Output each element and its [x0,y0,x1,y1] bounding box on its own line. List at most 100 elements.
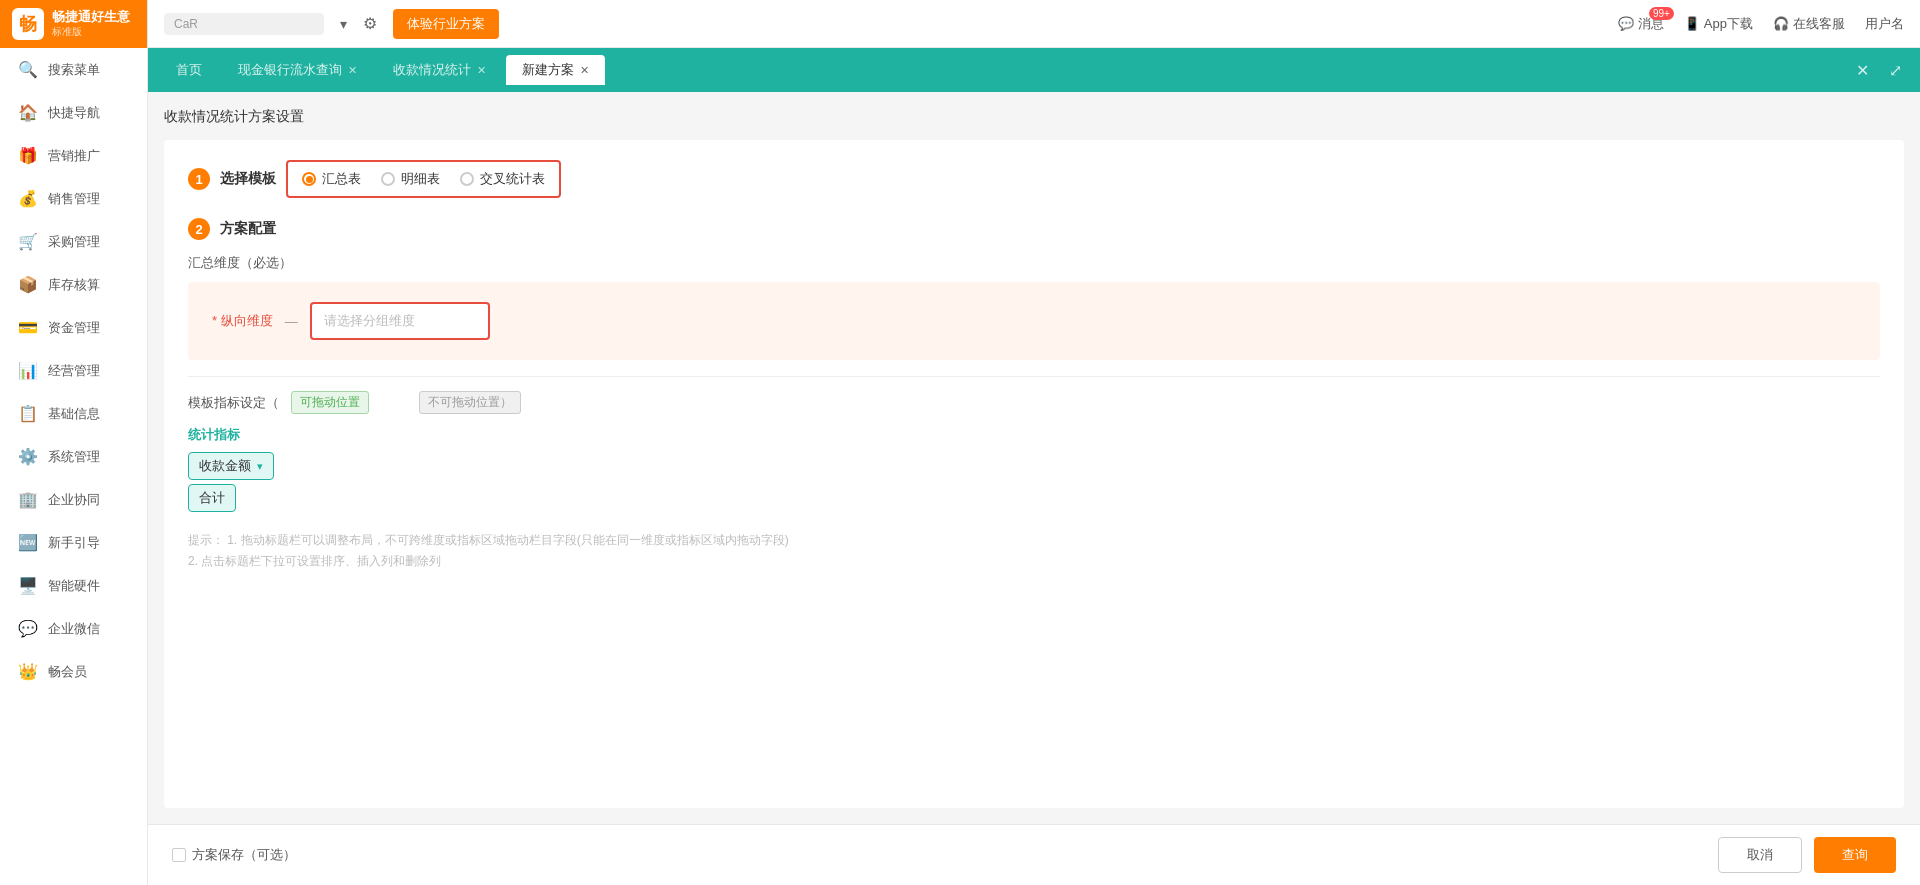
save-option[interactable]: 方案保存（可选） [172,846,296,864]
section2-title: 方案配置 [220,220,276,238]
page-title: 收款情况统计方案设置 [164,108,1904,126]
tab-label-newplan: 新建方案 [522,61,574,79]
basic-icon: 📋 [18,404,38,423]
logo: 畅 畅捷通好生意 标准版 [0,0,147,48]
trial-button[interactable]: 体验行业方案 [393,9,499,39]
tab-close-cashflow[interactable]: ✕ [348,64,357,77]
sidebar-item-hardware[interactable]: 🖥️智能硬件 [0,564,147,607]
sidebar-item-system[interactable]: ⚙️ 系统管理 [0,435,147,478]
sidebar-item-member[interactable]: 👑 畅会员 [0,650,147,693]
download-button[interactable]: 📱 App下载 [1684,15,1753,33]
sidebar-items-container: 🔍 搜索菜单 🏠快捷导航 🎁 营销推广 💰 销售管理 🛒采购管理📦库存核算💳资金管理📊经营管理… [0,48,147,693]
sidebar-item-quicknav[interactable]: 🏠快捷导航 [0,91,147,134]
sidebar-item-marketing[interactable]: 🎁 营销推广 [0,134,147,177]
breadcrumb-input[interactable] [164,13,324,35]
user-info[interactable]: 用户名 [1865,15,1904,33]
section2-header: 2 方案配置 [188,218,1880,240]
tab-close-collection[interactable]: ✕ [477,64,486,77]
sidebar-item-search[interactable]: 🔍 搜索菜单 [0,48,147,91]
tab-home[interactable]: 首页 [160,55,218,85]
template-select-box: 汇总表 明细表 交叉统计表 [286,160,561,198]
radio-summary-circle [302,172,316,186]
sidebar-item-operations[interactable]: 📊经营管理 [0,349,147,392]
logo-text: 畅捷通好生意 [52,9,130,25]
tab-close-newplan[interactable]: ✕ [580,64,589,77]
tab-cashflow[interactable]: 现金银行流水查询 ✕ [222,55,373,85]
metrics-section: 模板指标设定（ 可拖动位置 不可拖动位置） 统计指标 收款金额 ▾ 合计 [188,376,1880,512]
dropdown-arrow[interactable]: ▾ [340,16,347,32]
save-checkbox-label: 方案保存（可选） [192,846,296,864]
tip-1: 1. 拖动标题栏可以调整布局，不可跨维度或指标区域拖动栏目字段(只能在同一维度或… [227,533,788,547]
message-badge: 99+ [1649,7,1674,20]
member-icon: 👑 [18,662,38,681]
non-draggable-badge: 不可拖动位置） [419,391,521,414]
top-header: ▾ ⚙ 体验行业方案 💬 消息 99+ 📱 App下载 🎧 在线客服 用户名 [148,0,1920,48]
radio-cross[interactable]: 交叉统计表 [460,170,545,188]
metric-chevron: ▾ [257,460,263,473]
query-button[interactable]: 查询 [1814,837,1896,873]
close-window-icon[interactable]: ✕ [1850,59,1875,82]
sidebar-item-basic[interactable]: 📋基础信息 [0,392,147,435]
sidebar-label-inventory: 库存核算 [48,276,100,294]
content-area: 收款情况统计方案设置 1 选择模板 汇总表 [148,92,1920,824]
sidebar-label-guide: 新手引导 [48,534,100,552]
radio-cross-circle [460,172,474,186]
gear-icon[interactable]: ⚙ [363,14,377,33]
wechat-icon: 💬 [18,619,38,638]
sidebar-item-funds[interactable]: 💳资金管理 [0,306,147,349]
message-button[interactable]: 💬 消息 99+ [1618,15,1664,33]
radio-group: 汇总表 明细表 交叉统计表 [302,170,545,188]
sidebar-item-inventory[interactable]: 📦库存核算 [0,263,147,306]
metric-tag-amount[interactable]: 收款金额 ▾ [188,452,274,480]
save-checkbox[interactable] [172,848,186,862]
sidebar-item-enterprise[interactable]: 🏢企业协同 [0,478,147,521]
metrics-separator [381,394,407,412]
sidebar-label-member: 畅会员 [48,663,87,681]
logo-sub: 标准版 [52,25,130,39]
sidebar-item-guide[interactable]: 🆕新手引导 [0,521,147,564]
section2-num: 2 [188,218,210,240]
metrics-label: 统计指标 [188,426,1880,444]
sidebar-item-wechat[interactable]: 💬 企业微信 [0,607,147,650]
radio-cross-label: 交叉统计表 [480,170,545,188]
sidebar-label-search: 搜索菜单 [48,61,100,79]
sales-icon: 💰 [18,189,38,208]
sidebar-label-wechat: 企业微信 [48,620,100,638]
tab-label-cashflow: 现金银行流水查询 [238,61,342,79]
logo-icon: 畅 [12,8,44,40]
sidebar-label-system: 系统管理 [48,448,100,466]
sidebar-item-sales[interactable]: 💰 销售管理 [0,177,147,220]
section1-num: 1 [188,168,210,190]
service-button[interactable]: 🎧 在线客服 [1773,15,1845,33]
sidebar-label-sales: 销售管理 [48,190,100,208]
maximize-icon[interactable]: ⤢ [1883,59,1908,82]
metric-subtag-total: 合计 [188,484,236,512]
dimension-arrow: — [285,314,298,329]
radio-detail-label: 明细表 [401,170,440,188]
dimension-select[interactable]: 请选择分组维度 [310,302,490,340]
search-icon: 🔍 [18,60,38,79]
vertical-dimension-label: * 纵向维度 [212,312,273,330]
metric-tag-label: 收款金额 [199,457,251,475]
radio-summary[interactable]: 汇总表 [302,170,361,188]
system-icon: ⚙️ [18,447,38,466]
main-card: 1 选择模板 汇总表 明细表 [164,140,1904,808]
radio-detail[interactable]: 明细表 [381,170,440,188]
tab-collection[interactable]: 收款情况统计✕ [377,55,502,85]
cancel-button[interactable]: 取消 [1718,837,1802,873]
tab-label-home: 首页 [176,61,202,79]
metrics-tags: 收款金额 ▾ 合计 [188,452,1880,512]
marketing-icon: 🎁 [18,146,38,165]
purchase-icon: 🛒 [18,232,38,251]
hardware-icon: 🖥️ [18,576,38,595]
sidebar-label-marketing: 营销推广 [48,147,100,165]
dimension-row: * 纵向维度 — 请选择分组维度 [212,302,1856,340]
message-icon: 💬 [1618,16,1634,31]
section1-title: 选择模板 [220,170,276,188]
service-label: 在线客服 [1793,15,1845,33]
sidebar: 畅 畅捷通好生意 标准版 🔍 搜索菜单 🏠快捷导航 🎁 营销推广 💰 销售管理 🛒采购管理📦库… [0,0,148,885]
download-icon: 📱 [1684,16,1700,31]
sidebar-item-purchase[interactable]: 🛒采购管理 [0,220,147,263]
tab-newplan[interactable]: 新建方案 ✕ [506,55,605,85]
section1-header: 1 选择模板 汇总表 明细表 [188,160,1880,198]
